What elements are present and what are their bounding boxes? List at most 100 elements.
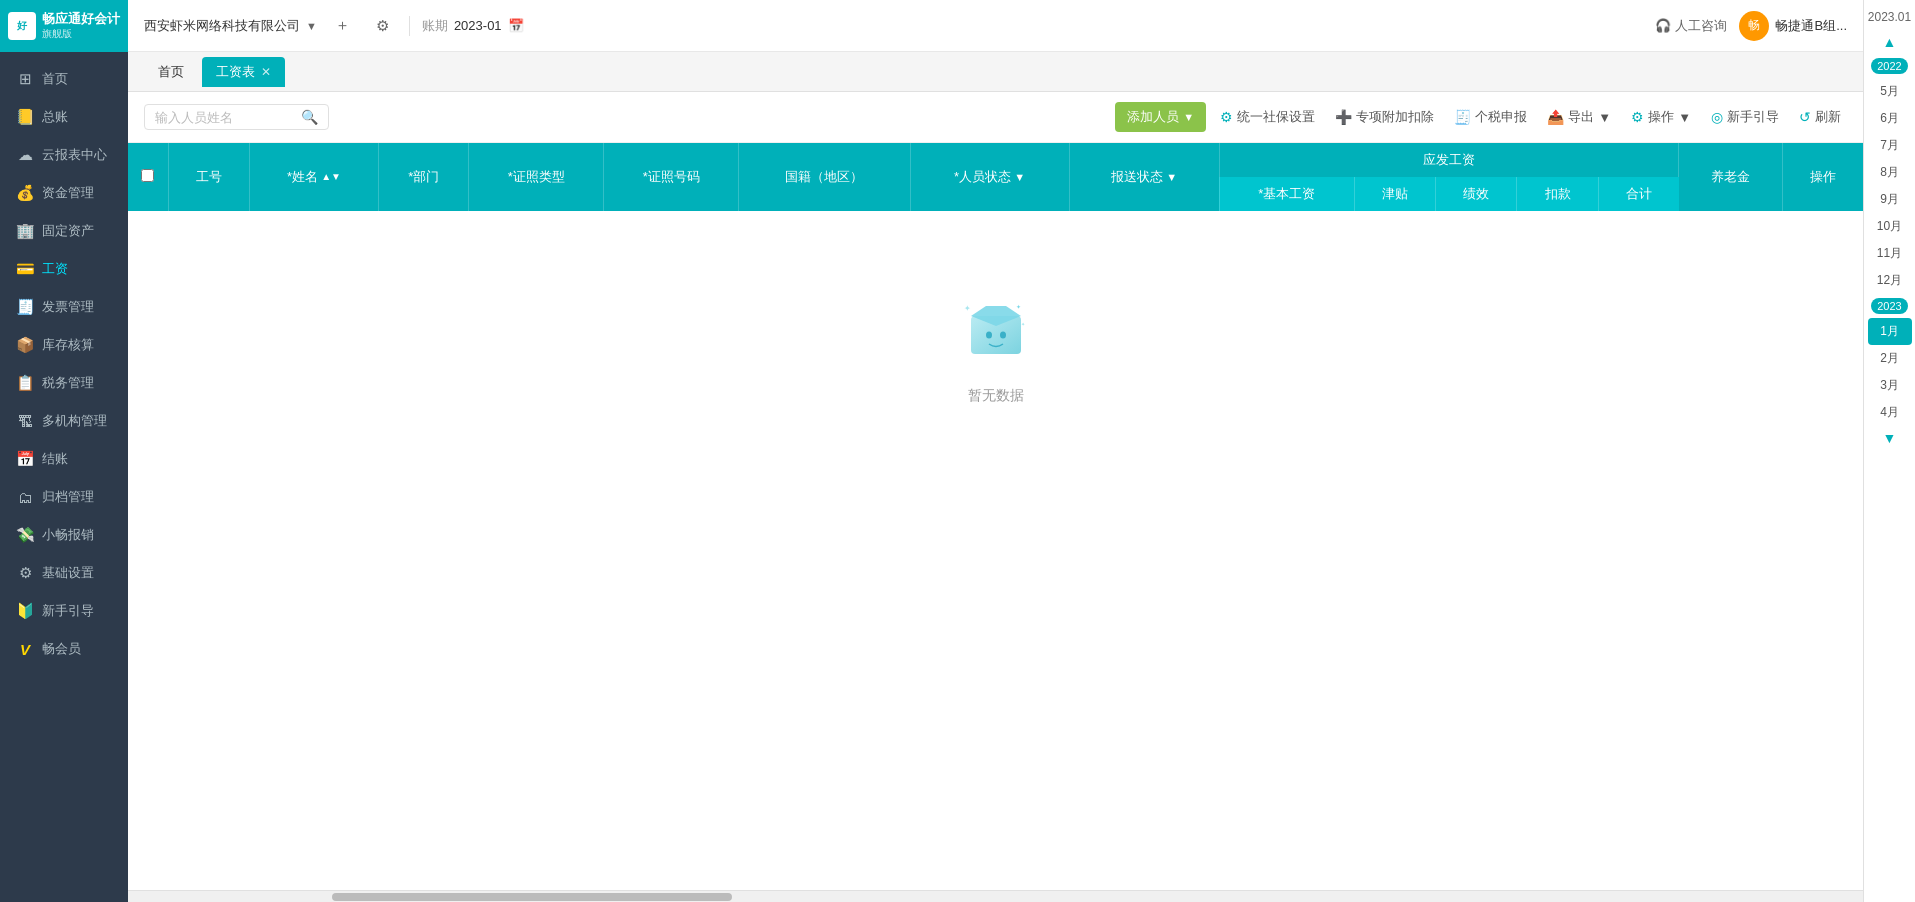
export-action[interactable]: 📤 导出 ▼ bbox=[1541, 104, 1617, 130]
guide-action[interactable]: ◎ 新手引导 bbox=[1705, 104, 1785, 130]
tab-close-button[interactable]: ✕ bbox=[261, 65, 271, 79]
sidebar-item-settings[interactable]: ⚙ 基础设置 bbox=[0, 554, 128, 592]
search-input[interactable] bbox=[155, 110, 295, 125]
sidebar-item-multi-org[interactable]: 🏗 多机构管理 bbox=[0, 402, 128, 440]
right-panel: 2023.01 ▲ 2022 5月 6月 7月 8月 9月 10月 11月 12… bbox=[1863, 0, 1915, 902]
period-info: 账期 2023-01 📅 bbox=[422, 17, 524, 35]
scrollbar-thumb[interactable] bbox=[332, 893, 732, 901]
special-deduct-label: 专项附加扣除 bbox=[1356, 108, 1434, 126]
empty-icon: ✦ ✦ ✦ bbox=[956, 291, 1036, 371]
table-scrollbar[interactable] bbox=[128, 890, 1863, 902]
month-2022-11[interactable]: 11月 bbox=[1868, 240, 1912, 267]
add-person-arrow: ▼ bbox=[1183, 111, 1194, 123]
user-menu[interactable]: 畅 畅捷通B组... bbox=[1739, 11, 1847, 41]
col-status: *人员状态 ▼ bbox=[910, 143, 1069, 211]
sidebar-item-home[interactable]: ⊞ 首页 bbox=[0, 60, 128, 98]
sidebar-item-payroll[interactable]: 💳 工资 bbox=[0, 250, 128, 288]
table-wrapper: 工号 *姓名 ▲▼ *部门 *证照类型 *证照号码 国籍（地区） bbox=[128, 143, 1863, 890]
guide-action-icon: ◎ bbox=[1711, 109, 1723, 125]
select-all-checkbox[interactable] bbox=[141, 169, 154, 182]
col-performance: 绩效 bbox=[1436, 177, 1517, 211]
sidebar-item-guide[interactable]: 🔰 新手引导 bbox=[0, 592, 128, 630]
period-label: 账期 bbox=[422, 17, 448, 35]
sidebar-label-tax: 税务管理 bbox=[42, 374, 94, 392]
month-2023-03[interactable]: 3月 bbox=[1868, 372, 1912, 399]
refresh-action[interactable]: ↺ 刷新 bbox=[1793, 104, 1847, 130]
sidebar-label-cloud-report: 云报表中心 bbox=[42, 146, 107, 164]
special-deduct-action[interactable]: ➕ 专项附加扣除 bbox=[1329, 104, 1440, 130]
prev-year-button[interactable]: ▲ bbox=[1864, 30, 1915, 54]
social-security-action[interactable]: ⚙ 统一社保设置 bbox=[1214, 104, 1321, 130]
sidebar-item-fixed-assets[interactable]: 🏢 固定资产 bbox=[0, 212, 128, 250]
refresh-label: 刷新 bbox=[1815, 108, 1841, 126]
sidebar-item-tax[interactable]: 📋 税务管理 bbox=[0, 364, 128, 402]
col-nation: 国籍（地区） bbox=[739, 143, 910, 211]
col-cert-no: *证照号码 bbox=[604, 143, 739, 211]
sidebar-item-invoice[interactable]: 🧾 发票管理 bbox=[0, 288, 128, 326]
empty-state: ✦ ✦ ✦ 暂无数据 bbox=[128, 211, 1863, 485]
help-button[interactable]: 🎧 人工咨询 bbox=[1655, 17, 1727, 35]
sidebar-label-expense: 小畅报销 bbox=[42, 526, 94, 544]
guide-icon: 🔰 bbox=[16, 602, 34, 620]
sidebar-item-member[interactable]: V 畅会员 bbox=[0, 630, 128, 668]
search-icon: 🔍 bbox=[301, 109, 318, 125]
content-area: 🔍 添加人员 ▼ ⚙ 统一社保设置 ➕ 专项附加扣除 🧾 个税申报 bbox=[128, 92, 1863, 902]
topbar-divider bbox=[409, 16, 410, 36]
logo-text-group: 畅应通好会计 旗舰版 bbox=[42, 11, 120, 41]
col-deduct: 扣款 bbox=[1517, 177, 1598, 211]
sidebar-item-cloud-report[interactable]: ☁ 云报表中心 bbox=[0, 136, 128, 174]
logo-icon: 好 bbox=[8, 12, 36, 40]
sidebar-item-expense[interactable]: 💸 小畅报销 bbox=[0, 516, 128, 554]
sidebar-item-close-account[interactable]: 📅 结账 bbox=[0, 440, 128, 478]
month-2022-09[interactable]: 9月 bbox=[1868, 186, 1912, 213]
personal-tax-action[interactable]: 🧾 个税申报 bbox=[1448, 104, 1533, 130]
sidebar-item-inventory[interactable]: 📦 库存核算 bbox=[0, 326, 128, 364]
social-security-icon: ⚙ bbox=[1220, 109, 1233, 125]
sidebar-item-ledger[interactable]: 📒 总账 bbox=[0, 98, 128, 136]
table-header-row-1: 工号 *姓名 ▲▼ *部门 *证照类型 *证照号码 国籍（地区） bbox=[128, 143, 1863, 177]
add-company-button[interactable]: ＋ bbox=[329, 12, 357, 40]
month-2022-06[interactable]: 6月 bbox=[1868, 105, 1912, 132]
month-2023-02[interactable]: 2月 bbox=[1868, 345, 1912, 372]
month-2023-01[interactable]: 1月 bbox=[1868, 318, 1912, 345]
col-cert-type: *证照类型 bbox=[469, 143, 604, 211]
next-year-button[interactable]: ▼ bbox=[1864, 426, 1915, 450]
filter-submit-icon[interactable]: ▼ bbox=[1166, 171, 1177, 183]
month-2022-12[interactable]: 12月 bbox=[1868, 267, 1912, 294]
sidebar-label-multi-org: 多机构管理 bbox=[42, 412, 107, 430]
month-2023-04[interactable]: 4月 bbox=[1868, 399, 1912, 426]
cloud-icon: ☁ bbox=[16, 146, 34, 164]
operations-action[interactable]: ⚙ 操作 ▼ bbox=[1625, 104, 1697, 130]
add-person-button[interactable]: 添加人员 ▼ bbox=[1115, 102, 1206, 132]
help-label: 人工咨询 bbox=[1675, 17, 1727, 35]
operations-arrow: ▼ bbox=[1678, 110, 1691, 125]
company-selector[interactable]: 西安虾米网络科技有限公司 ▼ bbox=[144, 17, 317, 35]
period-value: 2023-01 bbox=[454, 18, 502, 33]
calendar-icon[interactable]: 📅 bbox=[508, 18, 524, 33]
col-submit-status: 报送状态 ▼ bbox=[1069, 143, 1219, 211]
tab-payroll-table[interactable]: 工资表 ✕ bbox=[202, 57, 285, 87]
topbar-right: 🎧 人工咨询 畅 畅捷通B组... bbox=[1655, 11, 1847, 41]
export-icon: 📤 bbox=[1547, 109, 1564, 125]
month-2022-10[interactable]: 10月 bbox=[1868, 213, 1912, 240]
search-box[interactable]: 🔍 bbox=[144, 104, 329, 130]
col-status-label: *人员状态 bbox=[954, 168, 1011, 186]
sidebar-label-guide: 新手引导 bbox=[42, 602, 94, 620]
tab-home[interactable]: 首页 bbox=[144, 57, 198, 87]
tax-icon: 📋 bbox=[16, 374, 34, 392]
sort-name-icon[interactable]: ▲▼ bbox=[321, 173, 341, 181]
sidebar-item-archive[interactable]: 🗂 归档管理 bbox=[0, 478, 128, 516]
settings-icon: ⚙ bbox=[16, 564, 34, 582]
sidebar-label-member: 畅会员 bbox=[42, 640, 81, 658]
year-2023-badge: 2023 bbox=[1871, 298, 1907, 314]
col-total: 合计 bbox=[1598, 177, 1678, 211]
month-2022-05[interactable]: 5月 bbox=[1868, 78, 1912, 105]
month-2022-07[interactable]: 7月 bbox=[1868, 132, 1912, 159]
filter-status-icon[interactable]: ▼ bbox=[1014, 171, 1025, 183]
sidebar-item-fund[interactable]: 💰 资金管理 bbox=[0, 174, 128, 212]
settings-button[interactable]: ⚙ bbox=[369, 12, 397, 40]
tab-payroll-label: 工资表 bbox=[216, 63, 255, 81]
month-2022-08[interactable]: 8月 bbox=[1868, 159, 1912, 186]
col-name-label: *姓名 bbox=[287, 168, 318, 186]
fund-icon: 💰 bbox=[16, 184, 34, 202]
